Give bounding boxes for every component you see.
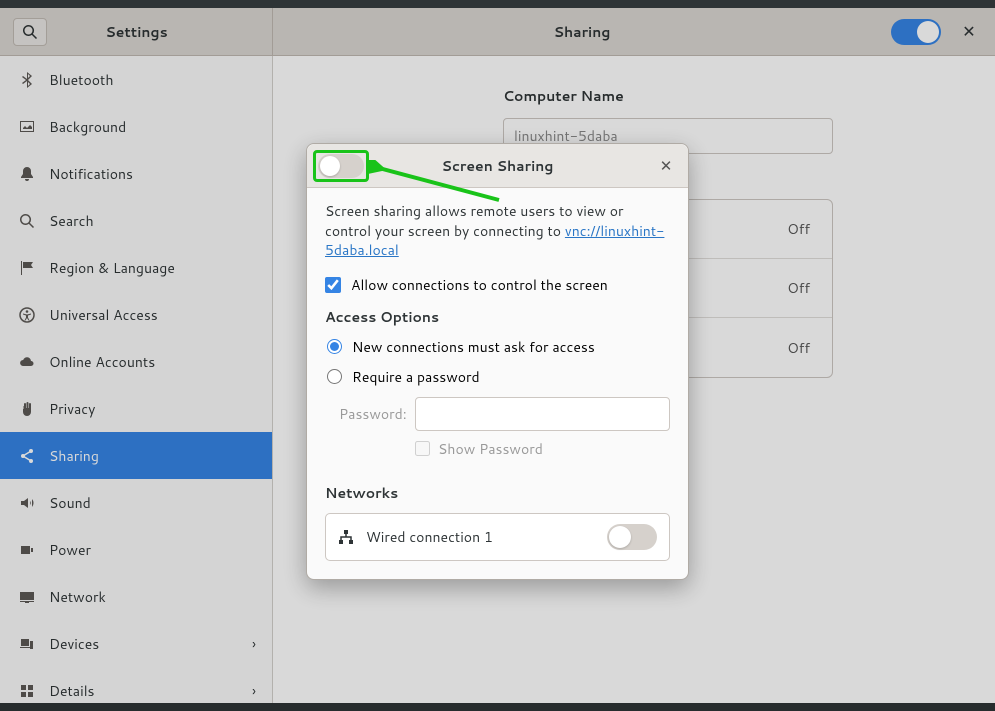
allow-control-checkbox[interactable] [325,277,341,293]
networks-title: Networks [325,483,670,503]
screen-sharing-toggle[interactable] [318,154,364,178]
screen-sharing-dialog: Screen Sharing ✕ Screen sharing allows r… [306,143,689,580]
radio-ask-row: New connections must ask for access [325,337,670,357]
wired-network-icon [338,529,354,545]
radio-password-row: Require a password [325,367,670,387]
radio-ask-label: New connections must ask for access [352,337,595,357]
dialog-description: Screen sharing allows remote users to vi… [325,202,670,261]
close-icon: ✕ [660,155,673,176]
show-password-label: Show Password [438,439,543,459]
password-label: Password: [339,404,407,424]
access-options-title: Access Options [325,307,670,327]
network-name: Wired connection 1 [366,527,493,547]
radio-password-label: Require a password [352,367,480,387]
password-row: Password: [325,397,670,431]
dialog-close-button[interactable]: ✕ [654,154,678,178]
allow-control-label: Allow connections to control the screen [351,275,608,295]
allow-control-row: Allow connections to control the screen [325,275,670,295]
show-password-checkbox[interactable] [415,441,430,456]
network-row: Wired connection 1 [325,513,670,561]
network-toggle[interactable] [607,524,657,550]
password-input[interactable] [415,397,670,431]
show-password-row: Show Password [415,439,670,459]
dialog-body: Screen sharing allows remote users to vi… [307,188,688,579]
radio-require-password[interactable] [327,369,342,384]
dialog-header: Screen Sharing ✕ [307,144,688,188]
annotation-highlight [313,150,369,182]
radio-ask-access[interactable] [327,339,342,354]
